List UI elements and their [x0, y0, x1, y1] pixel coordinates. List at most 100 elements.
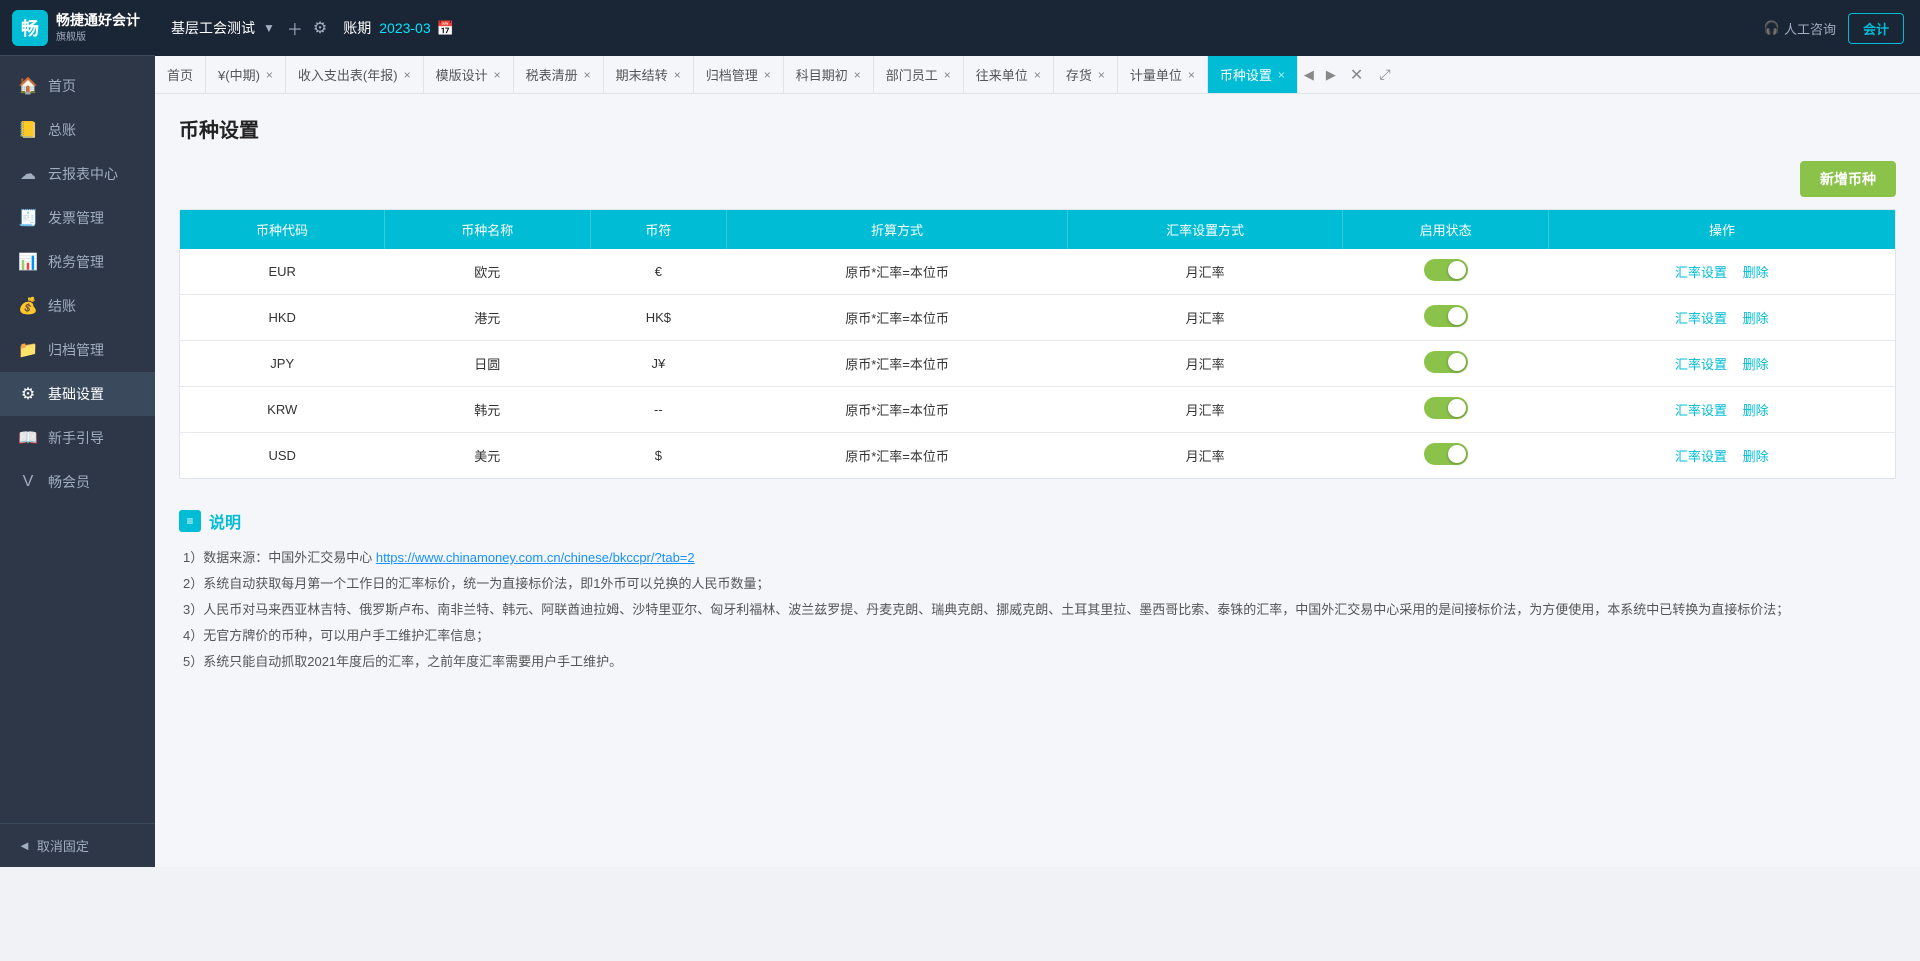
tab-taxbook[interactable]: 税表清册 × [514, 56, 604, 94]
cell-method-1: 原币*汇率=本位币 [726, 295, 1067, 341]
company-dropdown-icon[interactable]: ▼ [263, 21, 275, 35]
service-button[interactable]: 🎧 人工咨询 [1764, 19, 1836, 38]
toggle-track-3[interactable] [1424, 397, 1468, 419]
vip-icon: V [18, 472, 38, 492]
sidebar-item-tax[interactable]: 📊 税务管理 [0, 240, 155, 284]
toggle-track-1[interactable] [1424, 305, 1468, 327]
sidebar-item-guide[interactable]: 📖 新手引导 [0, 416, 155, 460]
tab-unit[interactable]: 计量单位 × [1118, 56, 1208, 94]
tab-subject-close[interactable]: × [854, 68, 861, 82]
tab-dept-close[interactable]: × [944, 68, 951, 82]
tab-period-end[interactable]: 期末结转 × [604, 56, 694, 94]
logo-text-group: 畅捷通好会计 旗舰版 [56, 12, 140, 44]
tab-partner-close[interactable]: × [1034, 68, 1041, 82]
notes-link[interactable]: https://www.chinamoney.com.cn/chinese/bk… [376, 550, 695, 565]
new-currency-button[interactable]: 新增币种 [1800, 161, 1896, 197]
tab-partner[interactable]: 往来单位 × [964, 56, 1054, 94]
toggle-track-2[interactable] [1424, 351, 1468, 373]
invoice-icon: 🧾 [18, 208, 38, 228]
tab-subject-label: 科目期初 [796, 65, 848, 84]
toggle-3[interactable] [1424, 397, 1468, 419]
rate-settings-link-3[interactable]: 汇率设置 [1675, 403, 1727, 418]
tab-inventory[interactable]: 存货 × [1054, 56, 1118, 94]
tab-subject[interactable]: 科目期初 × [784, 56, 874, 94]
sidebar-item-invoice[interactable]: 🧾 发票管理 [0, 196, 155, 240]
toggle-0[interactable] [1424, 259, 1468, 281]
rate-settings-link-2[interactable]: 汇率设置 [1675, 357, 1727, 372]
tab-annual[interactable]: 收入支出表(年报) × [286, 56, 424, 94]
sidebar-item-ledger-label: 总账 [48, 120, 76, 140]
settings-icon: ⚙ [18, 384, 38, 404]
tab-prev-arrow[interactable]: ◀ [1298, 56, 1320, 94]
settings-gear-icon[interactable]: ⚙ [313, 18, 327, 38]
tab-currency[interactable]: 币种设置 × [1208, 56, 1298, 94]
notes-content: 1）数据来源：中国外汇交易中心 https://www.chinamoney.c… [179, 545, 1896, 675]
service-label: 人工咨询 [1784, 19, 1836, 38]
tab-template[interactable]: 模版设计 × [424, 56, 514, 94]
toggle-1[interactable] [1424, 305, 1468, 327]
topbar: 基层工会测试 ▼ ＋ ⚙ 账期 2023-03 📅 🎧 人工咨询 会计 [155, 0, 1920, 56]
tab-template-close[interactable]: × [494, 68, 501, 82]
cell-name-4: 美元 [384, 433, 590, 479]
tab-archive-close[interactable]: × [764, 68, 771, 82]
tab-home[interactable]: 首页 [155, 56, 206, 94]
tab-archive[interactable]: 归档管理 × [694, 56, 784, 94]
sidebar-item-settle[interactable]: 💰 结账 [0, 284, 155, 328]
sidebar-item-home[interactable]: 🏠 首页 [0, 64, 155, 108]
sidebar-item-vip[interactable]: V 畅会员 [0, 460, 155, 504]
sidebar-item-archive[interactable]: 📁 归档管理 [0, 328, 155, 372]
sidebar-item-settings[interactable]: ⚙ 基础设置 [0, 372, 155, 416]
tab-unit-close[interactable]: × [1188, 68, 1195, 82]
tab-taxbook-close[interactable]: × [584, 68, 591, 82]
add-tab-button[interactable]: ＋ [287, 16, 303, 40]
cell-rate-type-3: 月汇率 [1068, 387, 1343, 433]
tab-currency-close[interactable]: × [1278, 68, 1285, 82]
tab-taxbook-label: 税表清册 [526, 65, 578, 84]
toggle-track-4[interactable] [1424, 443, 1468, 465]
cell-rate-type-2: 月汇率 [1068, 341, 1343, 387]
tab-partner-label: 往来单位 [976, 65, 1028, 84]
delete-link-3[interactable]: 删除 [1743, 403, 1769, 418]
sidebar-item-reports[interactable]: ☁ 云报表中心 [0, 152, 155, 196]
cell-name-0: 欧元 [384, 249, 590, 295]
toggle-thumb-3 [1448, 399, 1466, 417]
rate-settings-link-1[interactable]: 汇率设置 [1675, 311, 1727, 326]
sidebar-item-invoice-label: 发票管理 [48, 208, 104, 228]
tab-currency-label: 币种设置 [1220, 65, 1272, 84]
toggle-2[interactable] [1424, 351, 1468, 373]
page-title: 币种设置 [179, 114, 1896, 143]
tab-next-arrow[interactable]: ▶ [1320, 56, 1342, 94]
note-item-1: 1）数据来源：中国外汇交易中心 https://www.chinamoney.c… [183, 545, 1896, 571]
tab-zhongqi-close[interactable]: × [266, 68, 273, 82]
toggle-4[interactable] [1424, 443, 1468, 465]
sidebar-item-tax-label: 税务管理 [48, 252, 104, 272]
tab-dept-label: 部门员工 [886, 65, 938, 84]
delete-link-2[interactable]: 删除 [1743, 357, 1769, 372]
rate-settings-link-4[interactable]: 汇率设置 [1675, 449, 1727, 464]
delete-link-0[interactable]: 删除 [1743, 265, 1769, 280]
rate-settings-link-0[interactable]: 汇率设置 [1675, 265, 1727, 280]
sidebar-pin-toggle[interactable]: ◄ 取消固定 [0, 823, 155, 867]
cell-method-4: 原币*汇率=本位币 [726, 433, 1067, 479]
tab-zhongqi[interactable]: ¥(中期) × [206, 56, 286, 94]
toggle-track-0[interactable] [1424, 259, 1468, 281]
delete-link-4[interactable]: 删除 [1743, 449, 1769, 464]
company-name: 基层工会测试 [171, 18, 255, 38]
col-header-name: 币种名称 [384, 210, 590, 249]
tab-annual-close[interactable]: × [404, 68, 411, 82]
pin-icon: ◄ [18, 838, 31, 853]
tab-close-all-button[interactable]: ✕ [1342, 56, 1371, 94]
calendar-icon[interactable]: 📅 [437, 20, 454, 37]
cell-status-1 [1343, 295, 1549, 341]
tab-period-end-close[interactable]: × [674, 68, 681, 82]
delete-link-1[interactable]: 删除 [1743, 311, 1769, 326]
col-header-symbol: 币符 [590, 210, 726, 249]
sidebar: 畅 畅捷通好会计 旗舰版 🏠 首页 📒 总账 ☁ 云报表中心 🧾 发票管理 📊 … [0, 0, 155, 867]
tab-expand-button[interactable]: ⤢ [1371, 56, 1398, 94]
accountant-button[interactable]: 会计 [1848, 13, 1904, 44]
col-header-rate-type: 汇率设置方式 [1068, 210, 1343, 249]
tab-dept[interactable]: 部门员工 × [874, 56, 964, 94]
sidebar-item-ledger[interactable]: 📒 总账 [0, 108, 155, 152]
cell-symbol-4: $ [590, 433, 726, 479]
tab-inventory-close[interactable]: × [1098, 68, 1105, 82]
